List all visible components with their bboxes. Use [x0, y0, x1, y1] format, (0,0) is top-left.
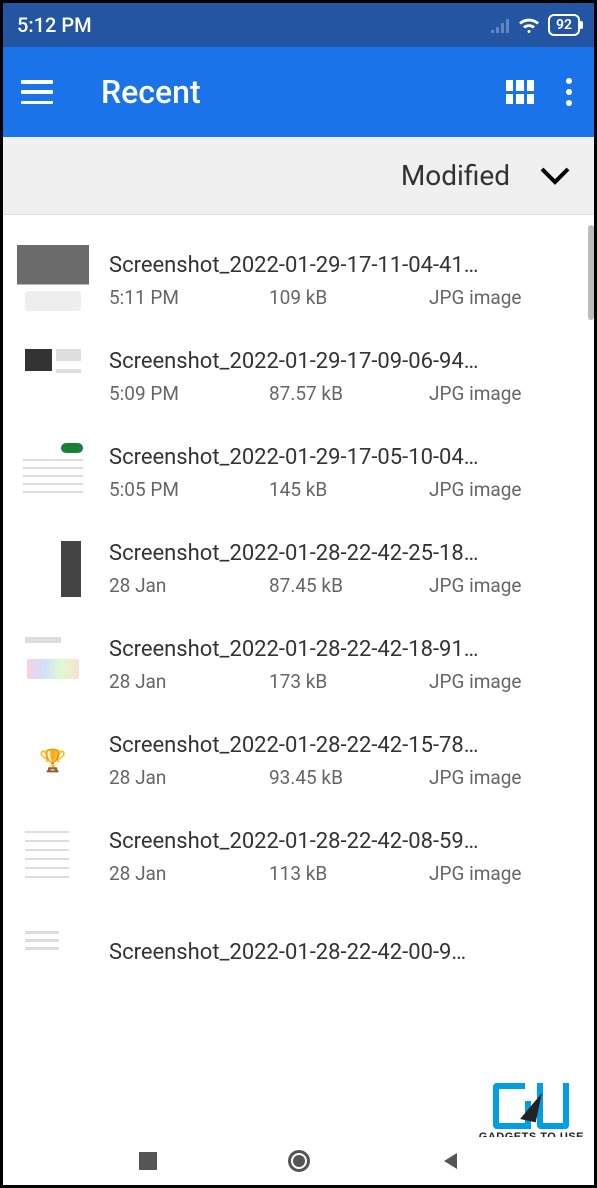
file-item[interactable]: Screenshot_2022-01-29-17-09-06-94… 5:09 …	[3, 329, 594, 425]
app-bar: Recent	[3, 47, 594, 137]
file-info: Screenshot_2022-01-28-22-42-25-18… 28 Ja…	[109, 541, 574, 597]
file-name: Screenshot_2022-01-28-22-42-00-9…	[109, 940, 574, 965]
file-name: Screenshot_2022-01-29-17-05-10-04…	[109, 445, 574, 470]
file-size: 87.45 kB	[269, 574, 429, 597]
file-item[interactable]: Screenshot_2022-01-28-22-42-18-91… 28 Ja…	[3, 617, 594, 713]
recent-apps-button[interactable]	[139, 1152, 157, 1170]
file-item[interactable]: Screenshot_2022-01-28-22-42-08-59… 28 Ja…	[3, 809, 594, 905]
file-name: Screenshot_2022-01-28-22-42-08-59…	[109, 829, 574, 854]
file-name: Screenshot_2022-01-29-17-11-04-41…	[109, 253, 574, 278]
file-type: JPG image	[429, 478, 574, 501]
file-name: Screenshot_2022-01-28-22-42-15-78…	[109, 733, 574, 758]
status-time: 5:12 PM	[17, 13, 92, 37]
file-thumbnail	[17, 821, 89, 893]
menu-icon[interactable]	[21, 80, 53, 104]
sort-bar[interactable]: Modified	[3, 137, 594, 215]
file-thumbnail	[17, 245, 89, 317]
file-size: 93.45 kB	[269, 766, 429, 789]
file-type: JPG image	[429, 862, 574, 885]
file-date: 28 Jan	[109, 670, 269, 693]
wifi-icon	[518, 16, 540, 34]
file-info: Screenshot_2022-01-29-17-09-06-94… 5:09 …	[109, 349, 574, 405]
file-info: Screenshot_2022-01-28-22-42-18-91… 28 Ja…	[109, 637, 574, 693]
file-item[interactable]: Screenshot_2022-01-28-22-42-25-18… 28 Ja…	[3, 521, 594, 617]
sort-label: Modified	[401, 159, 510, 192]
more-options-icon[interactable]	[562, 74, 576, 110]
file-item[interactable]: Screenshot_2022-01-29-17-05-10-04… 5:05 …	[3, 425, 594, 521]
file-type: JPG image	[429, 574, 574, 597]
file-thumbnail	[17, 437, 89, 509]
file-size: 173 kB	[269, 670, 429, 693]
file-size: 113 kB	[269, 862, 429, 885]
file-thumbnail	[17, 533, 89, 605]
file-info: Screenshot_2022-01-28-22-42-08-59… 28 Ja…	[109, 829, 574, 885]
file-thumbnail	[17, 917, 89, 989]
file-thumbnail	[17, 341, 89, 413]
home-button[interactable]	[288, 1150, 310, 1172]
file-info: Screenshot_2022-01-29-17-05-10-04… 5:05 …	[109, 445, 574, 501]
file-item[interactable]: Screenshot_2022-01-29-17-11-04-41… 5:11 …	[3, 233, 594, 329]
file-name: Screenshot_2022-01-28-22-42-25-18…	[109, 541, 574, 566]
file-name: Screenshot_2022-01-29-17-09-06-94…	[109, 349, 574, 374]
chevron-down-icon[interactable]	[540, 167, 570, 185]
file-date: 5:11 PM	[109, 286, 269, 309]
watermark: GADGETS TO USE	[479, 1083, 584, 1143]
file-date: 5:09 PM	[109, 382, 269, 405]
signal-icon	[490, 17, 510, 33]
navigation-bar	[3, 1137, 594, 1185]
back-button[interactable]	[441, 1151, 459, 1171]
file-type: JPG image	[429, 286, 574, 309]
file-item[interactable]: Screenshot_2022-01-28-22-42-15-78… 28 Ja…	[3, 713, 594, 809]
file-name: Screenshot_2022-01-28-22-42-18-91…	[109, 637, 574, 662]
scrollbar[interactable]	[588, 225, 594, 320]
file-date: 28 Jan	[109, 766, 269, 789]
file-thumbnail	[17, 629, 89, 701]
file-type: JPG image	[429, 766, 574, 789]
battery-indicator: 92	[548, 14, 580, 36]
grid-view-icon[interactable]	[506, 80, 534, 104]
file-size: 145 kB	[269, 478, 429, 501]
status-bar: 5:12 PM 92	[3, 3, 594, 47]
file-type: JPG image	[429, 670, 574, 693]
file-size: 109 kB	[269, 286, 429, 309]
file-info: Screenshot_2022-01-28-22-42-15-78… 28 Ja…	[109, 733, 574, 789]
status-icons: 92	[490, 14, 580, 36]
file-info: Screenshot_2022-01-28-22-42-00-9…	[109, 934, 574, 973]
file-list: Screenshot_2022-01-29-17-11-04-41… 5:11 …	[3, 215, 594, 1137]
file-info: Screenshot_2022-01-29-17-11-04-41… 5:11 …	[109, 253, 574, 309]
file-date: 28 Jan	[109, 574, 269, 597]
file-date: 5:05 PM	[109, 478, 269, 501]
file-date: 28 Jan	[109, 862, 269, 885]
file-thumbnail	[17, 725, 89, 797]
file-item[interactable]: Screenshot_2022-01-28-22-42-00-9…	[3, 905, 594, 1001]
page-title: Recent	[101, 73, 506, 111]
file-size: 87.57 kB	[269, 382, 429, 405]
file-type: JPG image	[429, 382, 574, 405]
